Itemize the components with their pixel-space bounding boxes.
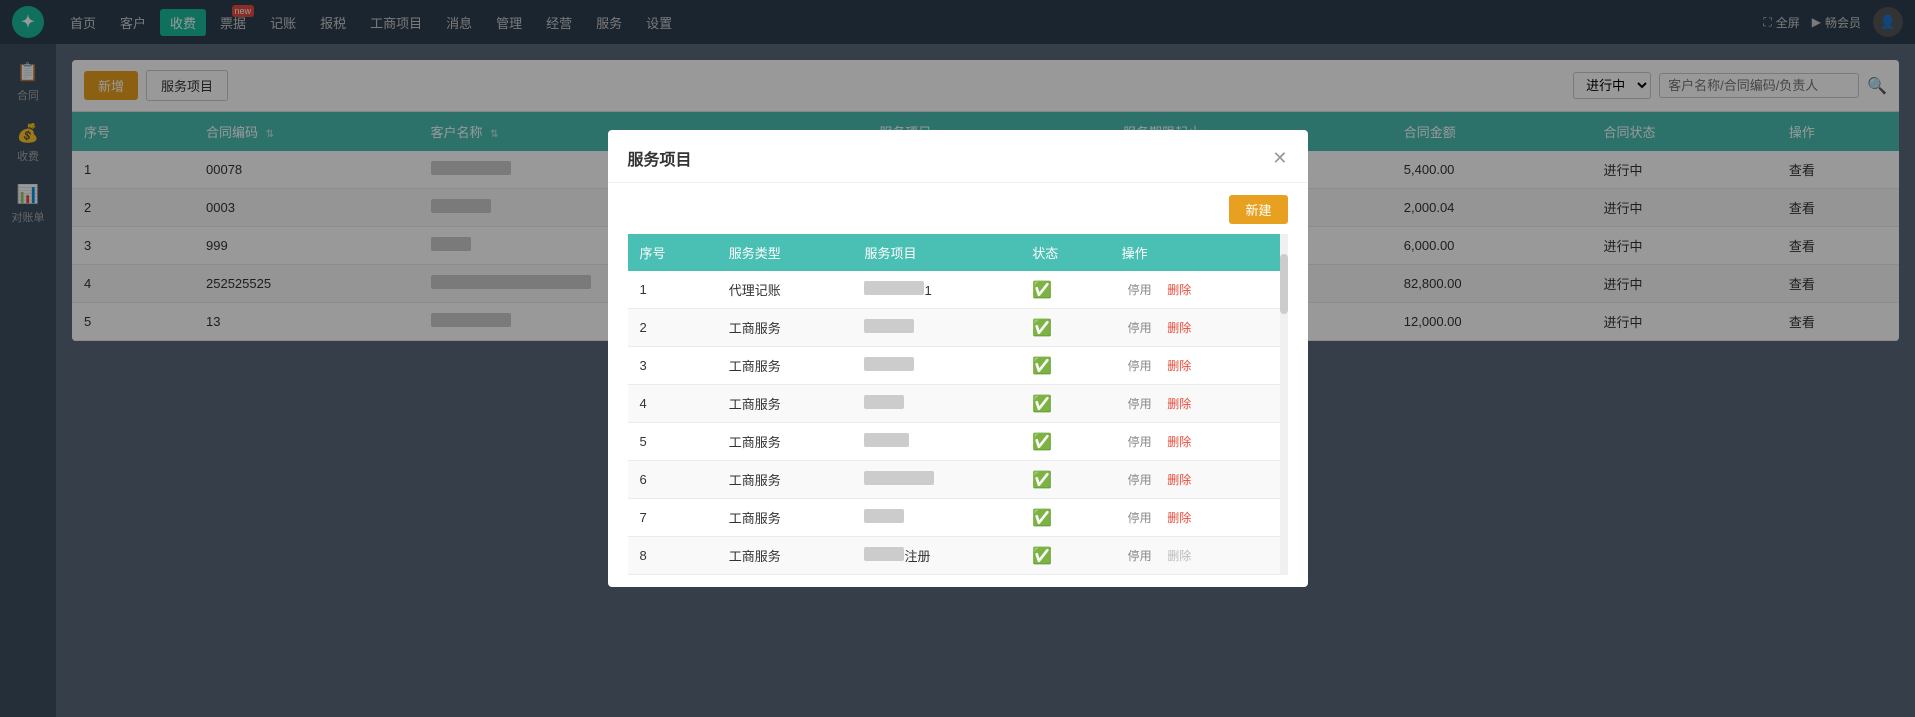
scrollbar-thumb[interactable] bbox=[1280, 254, 1288, 314]
modal-new-button[interactable]: 新建 bbox=[1229, 195, 1287, 224]
disable-button[interactable]: 停用 bbox=[1122, 317, 1158, 338]
delete-button[interactable]: 删除 bbox=[1161, 431, 1197, 452]
delete-button[interactable]: 删除 bbox=[1161, 355, 1197, 376]
modal-body: 新建 序号 服务类型 服务项目 状态 操作 bbox=[608, 183, 1308, 587]
delete-button[interactable]: 删除 bbox=[1161, 469, 1197, 490]
modal-th-type: 服务类型 bbox=[717, 234, 853, 271]
modal-title: 服务项目 bbox=[628, 146, 692, 170]
disable-button[interactable]: 停用 bbox=[1122, 393, 1158, 414]
modal-th-status: 状态 bbox=[1020, 234, 1109, 271]
modal-close-button[interactable]: ✕ bbox=[1272, 148, 1287, 169]
modal-table-header-row: 序号 服务类型 服务项目 状态 操作 bbox=[628, 234, 1288, 271]
modal-table-row: 8 工商服务 注册 ✅ 停用 删除 bbox=[628, 537, 1288, 575]
status-check-icon: ✅ bbox=[1032, 434, 1052, 451]
disable-button[interactable]: 停用 bbox=[1122, 355, 1158, 376]
disable-button[interactable]: 停用 bbox=[1122, 507, 1158, 528]
disable-button[interactable]: 停用 bbox=[1122, 545, 1158, 566]
modal-th-item: 服务项目 bbox=[852, 234, 1020, 271]
delete-button[interactable]: 删除 bbox=[1161, 507, 1197, 528]
delete-button[interactable]: 删除 bbox=[1161, 393, 1197, 414]
status-check-icon: ✅ bbox=[1032, 396, 1052, 413]
modal-table-row: 5 工商服务 ✅ 停用 删除 bbox=[628, 423, 1288, 461]
modal-toolbar: 新建 bbox=[628, 195, 1288, 224]
disable-button[interactable]: 停用 bbox=[1122, 469, 1158, 490]
scrollbar-track[interactable] bbox=[1280, 234, 1288, 575]
service-items-table: 序号 服务类型 服务项目 状态 操作 1 代理记账 1 ✅ bbox=[628, 234, 1288, 575]
modal-overlay[interactable]: 服务项目 ✕ 新建 序号 服务类型 服务项目 状态 操作 bbox=[0, 0, 1915, 717]
modal-table-row: 7 工商服务 ✅ 停用 删除 bbox=[628, 499, 1288, 537]
disable-button[interactable]: 停用 bbox=[1122, 431, 1158, 452]
modal-header: 服务项目 ✕ bbox=[608, 130, 1308, 183]
modal-table-wrapper: 序号 服务类型 服务项目 状态 操作 1 代理记账 1 ✅ bbox=[628, 234, 1288, 575]
status-check-icon: ✅ bbox=[1032, 510, 1052, 527]
modal-table-row: 2 工商服务 ✅ 停用 删除 bbox=[628, 309, 1288, 347]
service-items-modal: 服务项目 ✕ 新建 序号 服务类型 服务项目 状态 操作 bbox=[608, 130, 1308, 587]
status-check-icon: ✅ bbox=[1032, 472, 1052, 489]
modal-table-row: 6 工商服务 ✅ 停用 删除 bbox=[628, 461, 1288, 499]
delete-button[interactable]: 删除 bbox=[1161, 279, 1197, 300]
modal-table-row: 4 工商服务 ✅ 停用 删除 bbox=[628, 385, 1288, 423]
modal-table-row: 3 工商服务 ✅ 停用 删除 bbox=[628, 347, 1288, 385]
modal-th-action: 操作 bbox=[1110, 234, 1288, 271]
delete-button[interactable]: 删除 bbox=[1161, 317, 1197, 338]
status-check-icon: ✅ bbox=[1032, 320, 1052, 337]
status-check-icon: ✅ bbox=[1032, 548, 1052, 565]
modal-th-seq: 序号 bbox=[628, 234, 717, 271]
modal-table-row: 1 代理记账 1 ✅ 停用 删除 bbox=[628, 271, 1288, 309]
disable-button[interactable]: 停用 bbox=[1122, 279, 1158, 300]
status-check-icon: ✅ bbox=[1032, 358, 1052, 375]
delete-button[interactable]: 删除 bbox=[1161, 545, 1197, 566]
status-check-icon: ✅ bbox=[1032, 282, 1052, 299]
